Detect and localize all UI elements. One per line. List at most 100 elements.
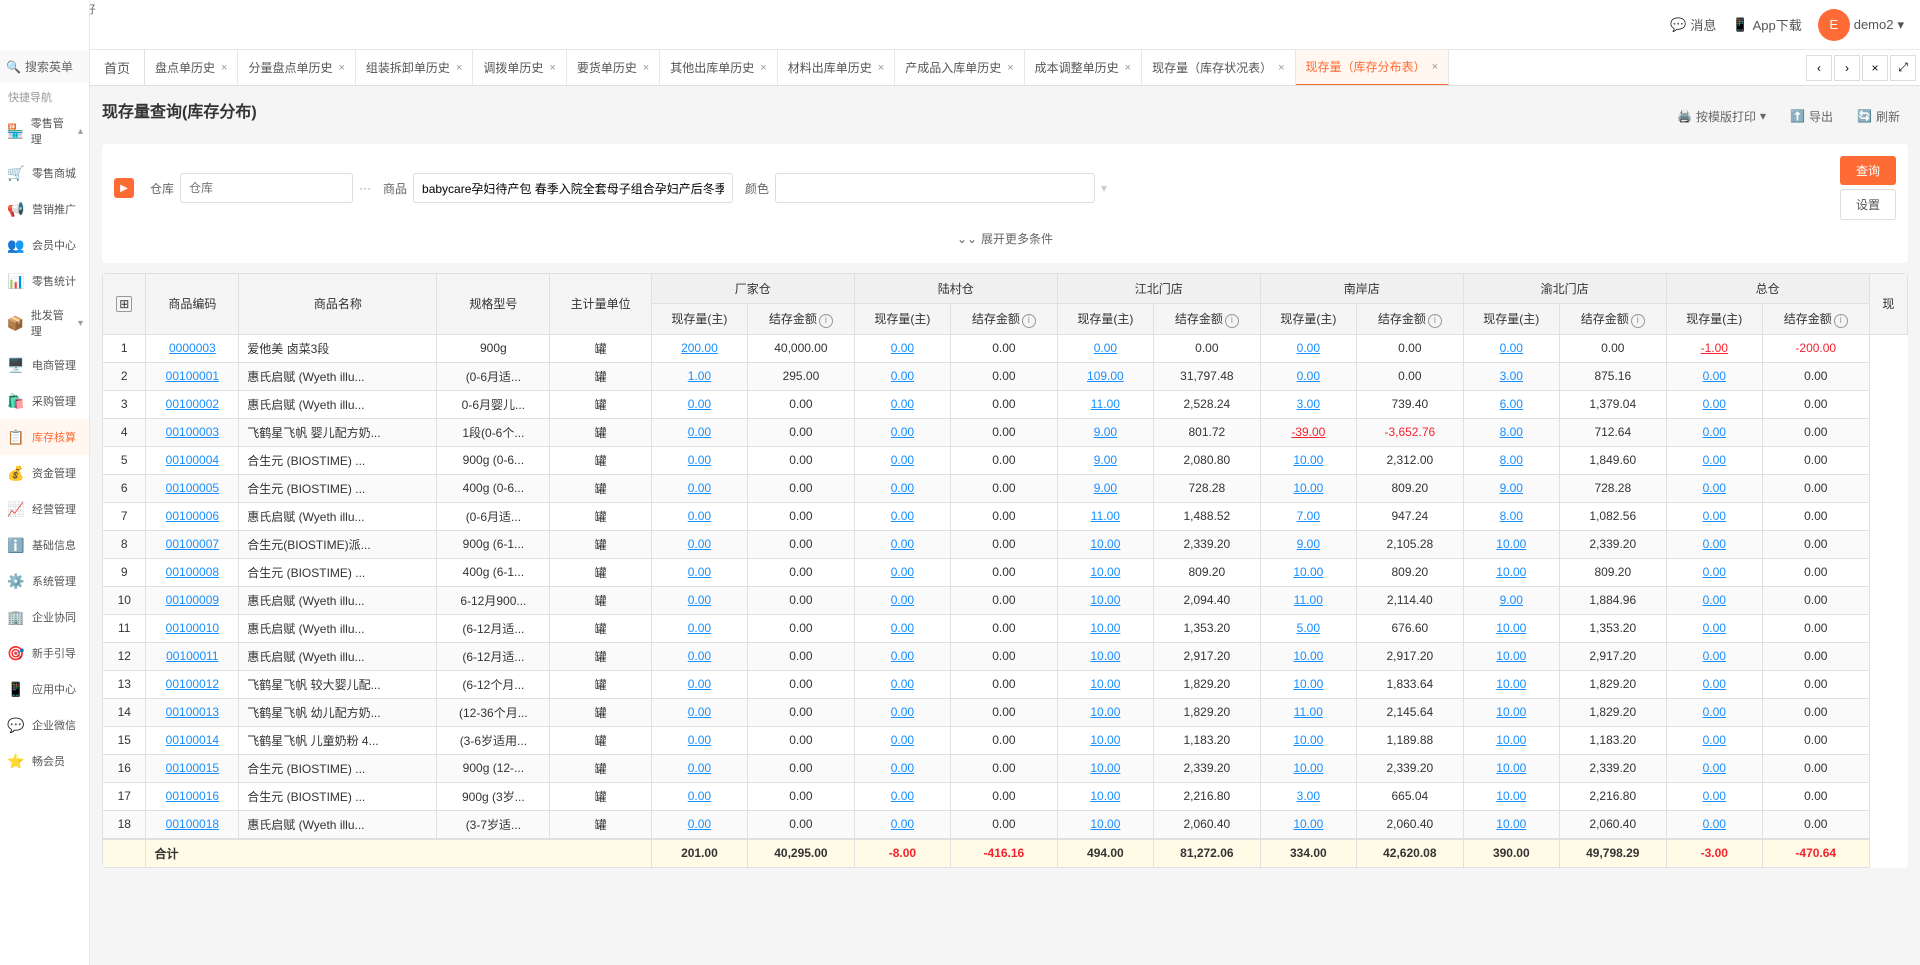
cell-data-2[interactable]: 0.00: [854, 782, 950, 810]
sidebar-item-enterprise[interactable]: 🏢 企业协同: [0, 599, 89, 635]
tab-close-icon[interactable]: ×: [221, 62, 227, 74]
cell-data-2[interactable]: 0.00: [854, 586, 950, 614]
cell-data-0[interactable]: 0.00: [651, 642, 747, 670]
cell-data-6[interactable]: 10.00: [1260, 670, 1356, 698]
cell-data-8[interactable]: 10.00: [1463, 782, 1559, 810]
color-input[interactable]: [775, 173, 1095, 203]
tab-inventory-status[interactable]: 现存量（库存状况表） ×: [1142, 50, 1295, 86]
cell-data-6[interactable]: 10.00: [1260, 446, 1356, 474]
cell-data-2[interactable]: 0.00: [854, 698, 950, 726]
cell-data-0[interactable]: 1.00: [651, 362, 747, 390]
sidebar-item-member2[interactable]: ⭐ 畅会员: [0, 743, 89, 779]
cell-data-0[interactable]: 0.00: [651, 474, 747, 502]
info-icon[interactable]: i: [1631, 314, 1645, 328]
cell-code[interactable]: 00100003: [146, 418, 239, 446]
export-button[interactable]: ⬆️ 导出: [1782, 104, 1841, 129]
cell-data-8[interactable]: 10.00: [1463, 642, 1559, 670]
tab-close-icon[interactable]: ×: [1432, 61, 1438, 73]
cell-data-6[interactable]: 10.00: [1260, 558, 1356, 586]
cell-data-8[interactable]: 10.00: [1463, 558, 1559, 586]
sidebar-item-basic-info[interactable]: ℹ️ 基础信息: [0, 527, 89, 563]
settings-button[interactable]: 设置: [1840, 189, 1896, 220]
print-button[interactable]: 🖨️ 按模版打印 ▾: [1669, 104, 1774, 129]
color-dropdown-icon[interactable]: ▾: [1101, 181, 1107, 195]
cell-data-2[interactable]: 0.00: [854, 530, 950, 558]
cell-data-6[interactable]: 10.00: [1260, 474, 1356, 502]
cell-data-4[interactable]: 109.00: [1057, 362, 1153, 390]
cell-data-10[interactable]: 0.00: [1666, 362, 1762, 390]
cell-data-4[interactable]: 9.00: [1057, 446, 1153, 474]
cell-data-2[interactable]: 0.00: [854, 670, 950, 698]
cell-data-8[interactable]: 10.00: [1463, 670, 1559, 698]
cell-data-10[interactable]: 0.00: [1666, 390, 1762, 418]
cell-data-0[interactable]: 0.00: [651, 698, 747, 726]
tab-close-icon[interactable]: ×: [760, 62, 766, 74]
info-icon[interactable]: i: [1225, 314, 1239, 328]
filter-arrow-icon[interactable]: ▶: [114, 178, 134, 198]
cell-data-4[interactable]: 9.00: [1057, 474, 1153, 502]
tab-cost-adj[interactable]: 成本调整单历史 ×: [1025, 50, 1142, 86]
tab-material-out[interactable]: 材料出库单历史 ×: [778, 50, 895, 86]
tab-next-button[interactable]: ›: [1834, 55, 1860, 81]
cell-data-8[interactable]: 6.00: [1463, 390, 1559, 418]
cell-data-2[interactable]: 0.00: [854, 390, 950, 418]
tab-assembly[interactable]: 组装拆卸单历史 ×: [356, 50, 473, 86]
sidebar-item-retail-stats[interactable]: 📊 零售统计: [0, 263, 89, 299]
cell-data-0[interactable]: 200.00: [651, 334, 747, 362]
cell-data-0[interactable]: 0.00: [651, 446, 747, 474]
cell-code[interactable]: 00100018: [146, 810, 239, 839]
sidebar-item-system[interactable]: ⚙️ 系统管理: [0, 563, 89, 599]
tab-close-icon[interactable]: ×: [549, 62, 555, 74]
cell-data-4[interactable]: 9.00: [1057, 418, 1153, 446]
user-menu[interactable]: E demo2 ▾: [1818, 9, 1904, 41]
tab-close-icon[interactable]: ×: [1125, 62, 1131, 74]
cell-data-10[interactable]: 0.00: [1666, 446, 1762, 474]
cell-data-0[interactable]: 0.00: [651, 614, 747, 642]
cell-data-2[interactable]: 0.00: [854, 502, 950, 530]
sidebar-item-weixin[interactable]: 💬 企业微信: [0, 707, 89, 743]
tab-inventory-history[interactable]: 盘点单历史 ×: [145, 50, 238, 86]
cell-data-2[interactable]: 0.00: [854, 474, 950, 502]
search-button[interactable]: 🔍 搜索英单: [0, 50, 89, 83]
cell-data-8[interactable]: 8.00: [1463, 446, 1559, 474]
cell-code[interactable]: 00100012: [146, 670, 239, 698]
cell-code[interactable]: 00100015: [146, 754, 239, 782]
tab-close-icon[interactable]: ×: [643, 62, 649, 74]
cell-data-6[interactable]: 11.00: [1260, 586, 1356, 614]
cell-data-10[interactable]: 0.00: [1666, 474, 1762, 502]
message-button[interactable]: 💬 消息: [1670, 15, 1716, 34]
sidebar-item-marketing[interactable]: 📢 营销推广: [0, 191, 89, 227]
tab-order[interactable]: 要货单历史 ×: [567, 50, 660, 86]
cell-data-2[interactable]: 0.00: [854, 614, 950, 642]
cell-data-4[interactable]: 10.00: [1057, 698, 1153, 726]
cell-data-10[interactable]: -1.00: [1666, 334, 1762, 362]
cell-data-10[interactable]: 0.00: [1666, 614, 1762, 642]
warehouse-input[interactable]: [180, 173, 353, 203]
info-icon[interactable]: i: [1022, 314, 1036, 328]
cell-data-0[interactable]: 0.00: [651, 558, 747, 586]
cell-data-10[interactable]: 0.00: [1666, 754, 1762, 782]
sidebar-item-appcenter[interactable]: 📱 应用中心: [0, 671, 89, 707]
cell-data-6[interactable]: 9.00: [1260, 530, 1356, 558]
cell-data-10[interactable]: 0.00: [1666, 418, 1762, 446]
sidebar-item-purchase[interactable]: 🛍️ 采购管理: [0, 383, 89, 419]
cell-code[interactable]: 00100014: [146, 726, 239, 754]
tab-close-icon[interactable]: ×: [1007, 62, 1013, 74]
cell-data-10[interactable]: 0.00: [1666, 530, 1762, 558]
cell-code[interactable]: 00100001: [146, 362, 239, 390]
cell-data-8[interactable]: 9.00: [1463, 586, 1559, 614]
cell-data-0[interactable]: 0.00: [651, 530, 747, 558]
cell-data-10[interactable]: 0.00: [1666, 670, 1762, 698]
cell-data-0[interactable]: 0.00: [651, 726, 747, 754]
cell-data-10[interactable]: 0.00: [1666, 698, 1762, 726]
cell-data-4[interactable]: 10.00: [1057, 530, 1153, 558]
cell-code[interactable]: 00100005: [146, 474, 239, 502]
cell-data-10[interactable]: 0.00: [1666, 782, 1762, 810]
cell-data-10[interactable]: 0.00: [1666, 558, 1762, 586]
cell-data-4[interactable]: 10.00: [1057, 810, 1153, 839]
sidebar-item-inventory[interactable]: 📋 库存核算: [0, 419, 89, 455]
cell-data-6[interactable]: 0.00: [1260, 334, 1356, 362]
sidebar-item-ecommerce[interactable]: 🖥️ 电商管理: [0, 347, 89, 383]
tab-other-out[interactable]: 其他出库单历史 ×: [660, 50, 777, 86]
cell-data-8[interactable]: 10.00: [1463, 698, 1559, 726]
